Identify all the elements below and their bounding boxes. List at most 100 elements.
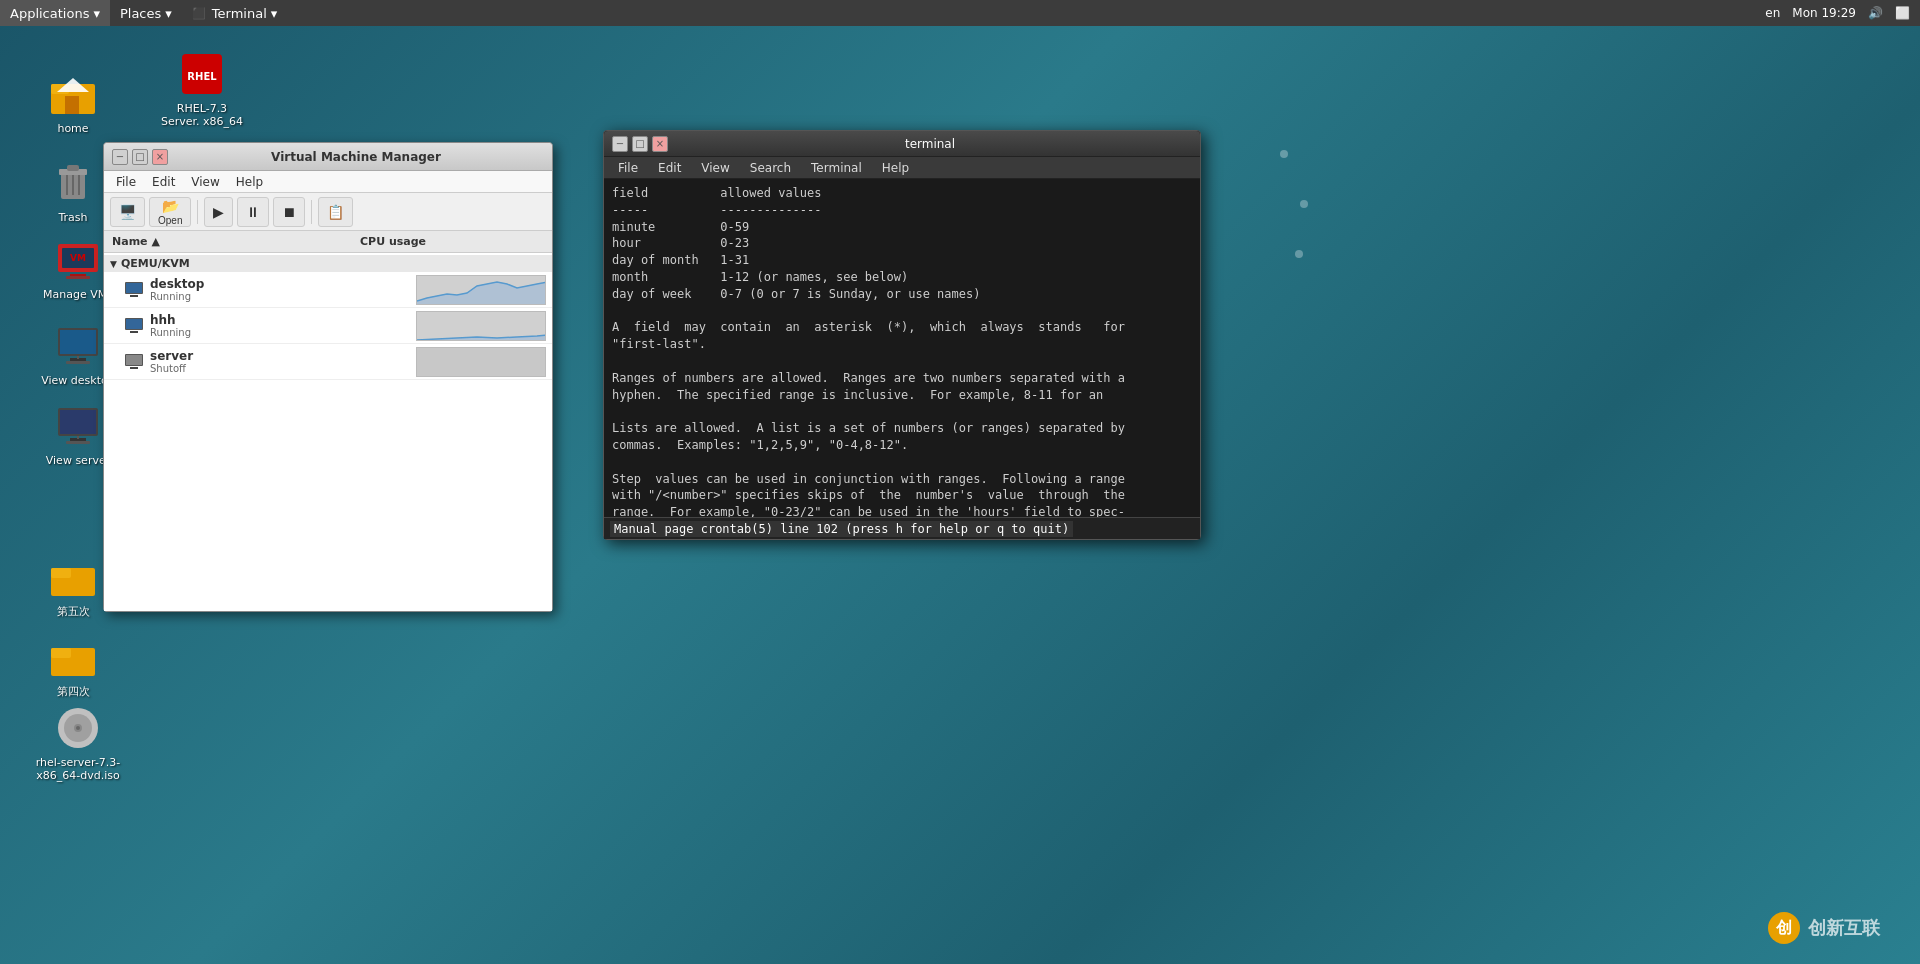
svg-rect-20	[66, 361, 90, 364]
svg-point-34	[76, 726, 80, 730]
view-desktop-icon	[54, 322, 102, 370]
vm-status-desktop: Running	[150, 291, 416, 302]
view-server-icon	[54, 402, 102, 450]
terminal-menu-help[interactable]: Help	[872, 157, 919, 178]
new-vm-icon: 🖥️	[119, 204, 136, 220]
vmm-minimize-btn[interactable]: −	[112, 149, 128, 165]
battery-icon: ⬜	[1895, 6, 1910, 20]
terminal-menu-search[interactable]: Search	[740, 157, 801, 178]
vmm-menu-file[interactable]: File	[108, 171, 144, 192]
open-icon: 📂	[162, 198, 179, 214]
vm-group-name: QEMU/KVM	[121, 257, 190, 270]
vm-col-sort-icon: ▲	[152, 235, 160, 248]
run-icon: ▶	[213, 204, 224, 220]
vmm-menu-edit[interactable]: Edit	[144, 171, 183, 192]
vmm-maximize-btn[interactable]: □	[132, 149, 148, 165]
toolbar-separator-2	[311, 200, 312, 224]
svg-text:RHEL: RHEL	[187, 71, 217, 82]
fifth-folder-icon	[49, 552, 97, 600]
terminal-content[interactable]: field allowed values ----- -------------…	[604, 179, 1200, 517]
terminal-menu[interactable]: ⬛ Terminal ▾	[182, 0, 287, 26]
vm-row-hhh[interactable]: hhh Running	[104, 308, 552, 344]
locale-indicator[interactable]: en	[1765, 6, 1780, 20]
volume-icon[interactable]: 🔊	[1868, 6, 1883, 20]
terminal-title: terminal	[668, 137, 1192, 151]
terminal-arrow: ▾	[271, 6, 278, 21]
home-label: home	[32, 122, 114, 135]
rhel-label: RHEL-7.3 Server. x86_64	[156, 102, 248, 128]
desktop: Applications ▾ Places ▾ ⬛ Terminal ▾ en …	[0, 0, 1920, 964]
fifth-label: 第五次	[32, 604, 114, 619]
terminal-maximize-btn[interactable]: □	[632, 136, 648, 152]
places-menu[interactable]: Places ▾	[110, 0, 182, 26]
svg-rect-46	[417, 348, 546, 377]
svg-rect-23	[60, 410, 96, 434]
svg-rect-41	[130, 331, 138, 333]
terminal-menubar: File Edit View Search Terminal Help	[604, 157, 1200, 179]
terminal-label: Terminal	[212, 6, 267, 21]
trash-icon	[49, 159, 97, 207]
deco-dot-3	[1295, 250, 1303, 258]
deco-dot-1	[1280, 150, 1288, 158]
terminal-window-controls: − □ ×	[612, 136, 668, 152]
svg-rect-37	[130, 295, 138, 297]
vmm-new-vm-btn[interactable]: 🖥️	[110, 197, 145, 227]
desktop-icon-dvd[interactable]: rhel-server-7.3-x86_64-dvd.iso	[28, 700, 128, 786]
places-label: Places	[120, 6, 161, 21]
terminal-menu-terminal[interactable]: Terminal	[801, 157, 872, 178]
stop-icon: ⏹	[282, 204, 296, 220]
applications-arrow: ▾	[93, 6, 100, 21]
desktop-icon-fourth[interactable]: 第四次	[28, 628, 118, 703]
pause-icon: ⏸	[246, 204, 260, 220]
vm-row-icon-server	[124, 353, 144, 371]
dvd-label: rhel-server-7.3-x86_64-dvd.iso	[32, 756, 124, 782]
deco-dot-2	[1300, 200, 1308, 208]
vm-info-desktop: desktop Running	[150, 277, 416, 302]
vmm-titlebar: − □ × Virtual Machine Manager	[104, 143, 552, 171]
trash-label: Trash	[32, 211, 114, 224]
svg-rect-44	[126, 355, 142, 365]
brand-icon: 创	[1768, 912, 1800, 944]
svg-rect-40	[126, 319, 142, 329]
vm-name-hhh: hhh	[150, 313, 416, 327]
svg-rect-30	[51, 648, 71, 658]
svg-rect-42	[417, 312, 545, 340]
desktop-icon-rhel[interactable]: RHEL RHEL-7.3 Server. x86_64	[152, 46, 252, 132]
vm-row-desktop[interactable]: desktop Running	[104, 272, 552, 308]
applications-menu[interactable]: Applications ▾	[0, 0, 110, 26]
vmm-window: − □ × Virtual Machine Manager File Edit …	[103, 142, 553, 612]
terminal-statusbar: Manual page crontab(5) line 102 (press h…	[604, 517, 1200, 539]
terminal-close-btn[interactable]: ×	[652, 136, 668, 152]
datetime-display: Mon 19:29	[1792, 6, 1856, 20]
brand-logo: 创 创新互联	[1768, 912, 1880, 944]
open-label: Open	[158, 215, 182, 226]
applications-label: Applications	[10, 6, 89, 21]
svg-text:VM: VM	[70, 253, 86, 263]
vmm-stop-btn[interactable]: ⏹	[273, 197, 305, 227]
vm-group-qemu: ▼ QEMU/KVM desktop Running	[104, 253, 552, 382]
vm-info-server: server Shutoff	[150, 349, 416, 374]
desktop-icon-home[interactable]: home	[28, 66, 118, 139]
manage-vms-icon: VM	[54, 236, 102, 284]
fourth-label: 第四次	[32, 684, 114, 699]
terminal-menu-view[interactable]: View	[691, 157, 739, 178]
vmm-snapshots-btn[interactable]: 📋	[318, 197, 353, 227]
terminal-menu-file[interactable]: File	[608, 157, 648, 178]
vmm-run-btn[interactable]: ▶	[204, 197, 233, 227]
svg-rect-25	[66, 441, 90, 444]
terminal-icon: ⬛	[192, 7, 206, 20]
vmm-menu-help[interactable]: Help	[228, 171, 271, 192]
vm-row-icon-desktop	[124, 281, 144, 299]
vm-col-name-text: Name	[112, 235, 148, 248]
vmm-content: Name ▲ CPU usage ▼ QEMU/KVM	[104, 231, 552, 611]
vm-row-server[interactable]: server Shutoff	[104, 344, 552, 380]
vmm-menu-view[interactable]: View	[183, 171, 227, 192]
svg-rect-36	[126, 283, 142, 293]
vm-group-qemu-header[interactable]: ▼ QEMU/KVM	[104, 255, 552, 272]
vmm-open-btn[interactable]: 📂 Open	[149, 197, 191, 227]
vmm-close-btn[interactable]: ×	[152, 149, 168, 165]
places-arrow: ▾	[165, 6, 172, 21]
terminal-minimize-btn[interactable]: −	[612, 136, 628, 152]
terminal-menu-edit[interactable]: Edit	[648, 157, 691, 178]
vmm-pause-btn[interactable]: ⏸	[237, 197, 269, 227]
